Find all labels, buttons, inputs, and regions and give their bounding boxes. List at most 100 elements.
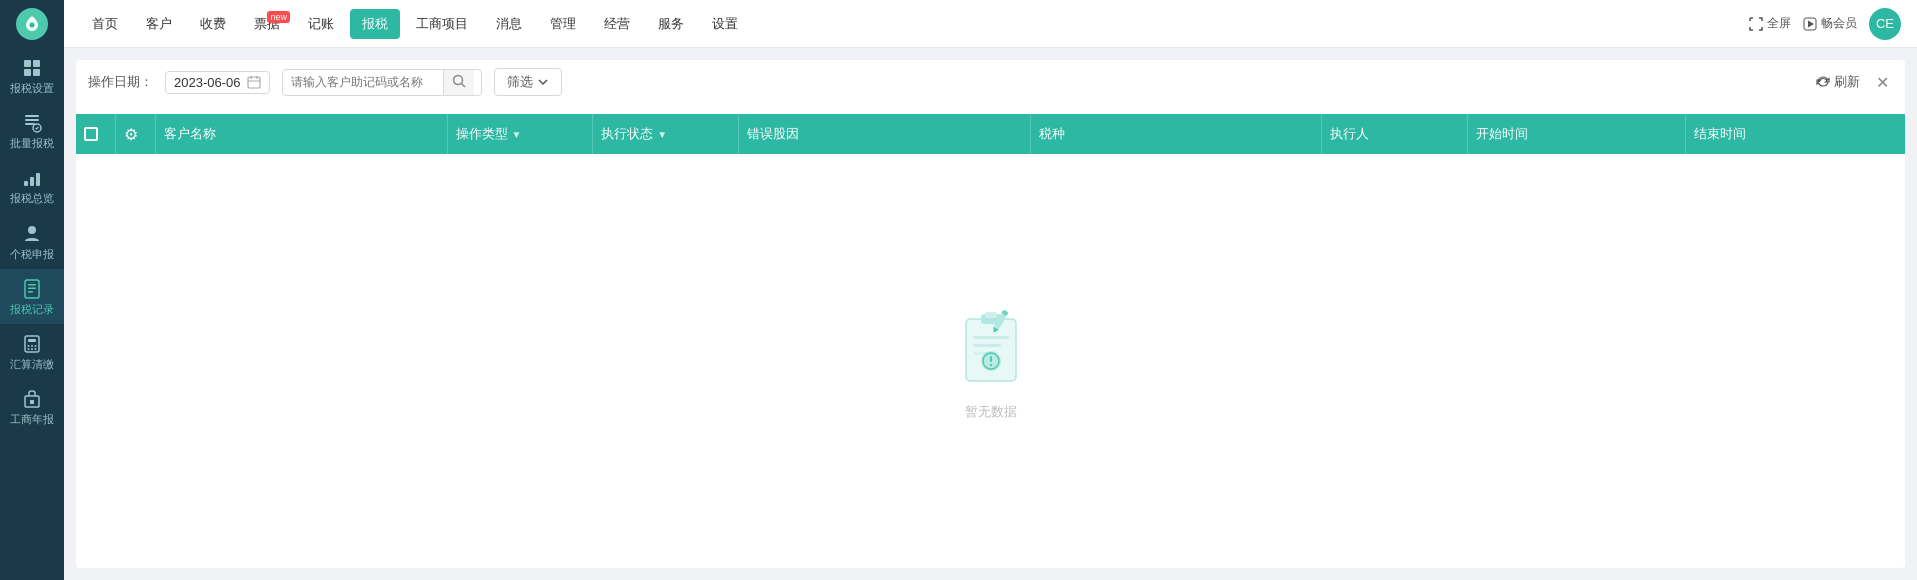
svg-point-20 xyxy=(31,345,33,347)
top-navigation: 首页 客户 收费 票据 new 记账 报税 工商项目 消息 管理 经营 服务 设… xyxy=(64,0,1917,48)
svg-point-12 xyxy=(28,226,36,234)
close-button[interactable]: ✕ xyxy=(1872,71,1893,94)
tax-overview-icon xyxy=(20,166,44,190)
nav-operations[interactable]: 经营 xyxy=(592,9,642,39)
content-area: 操作日期： 2023-06-06 xyxy=(64,48,1917,580)
nav-business[interactable]: 工商项目 xyxy=(404,9,480,39)
sidebar: 报税设置 批量报税 报税总览 xyxy=(0,0,64,580)
nav-customer[interactable]: 客户 xyxy=(134,9,184,39)
svg-rect-35 xyxy=(973,336,1009,339)
play-icon xyxy=(1803,17,1817,31)
sidebar-item-batch-tax[interactable]: 批量报税 xyxy=(0,103,64,158)
tax-records-icon xyxy=(20,277,44,301)
new-badge: new xyxy=(267,11,290,24)
nav-tax[interactable]: 报税 xyxy=(350,9,400,39)
svg-rect-10 xyxy=(30,177,34,186)
chevron-down-icon xyxy=(537,76,549,88)
svg-rect-1 xyxy=(24,60,31,67)
svg-marker-28 xyxy=(1808,20,1814,27)
svg-rect-6 xyxy=(25,119,39,121)
sidebar-item-label: 汇算清缴 xyxy=(10,358,54,371)
start-time-col-header: 开始时间 xyxy=(1468,114,1687,154)
tax-settings-icon xyxy=(20,56,44,80)
nav-bookkeeping[interactable]: 记账 xyxy=(296,9,346,39)
settings-icon: ⚙ xyxy=(124,125,138,144)
sidebar-item-tax-settings[interactable]: 报税设置 xyxy=(0,48,64,103)
svg-rect-32 xyxy=(966,319,1016,381)
svg-rect-26 xyxy=(30,400,34,404)
checkbox-header[interactable] xyxy=(76,114,116,154)
svg-point-22 xyxy=(28,348,30,350)
svg-point-21 xyxy=(35,345,37,347)
nav-settings[interactable]: 设置 xyxy=(700,9,750,39)
gear-header[interactable]: ⚙ xyxy=(116,114,156,154)
nav-items: 首页 客户 收费 票据 new 记账 报税 工商项目 消息 管理 经营 服务 设… xyxy=(80,9,1749,39)
svg-point-30 xyxy=(453,75,462,84)
refresh-button[interactable]: 刷新 xyxy=(1816,73,1860,91)
end-time-col-header: 结束时间 xyxy=(1686,114,1905,154)
svg-point-41 xyxy=(989,364,991,366)
svg-rect-34 xyxy=(985,312,997,318)
calc-icon xyxy=(20,332,44,356)
logo-icon xyxy=(16,8,48,40)
personal-tax-icon xyxy=(20,222,44,246)
sidebar-item-label: 个税申报 xyxy=(10,248,54,261)
sidebar-item-label: 报税记录 xyxy=(10,303,54,316)
fullscreen-btn[interactable]: 全屏 xyxy=(1749,15,1791,32)
sidebar-item-tax-overview[interactable]: 报税总览 xyxy=(0,158,64,213)
nav-home[interactable]: 首页 xyxy=(80,9,130,39)
sidebar-item-annual-report[interactable]: 工商年报 xyxy=(0,379,64,434)
table-body: 暂无数据 xyxy=(76,154,1905,568)
svg-rect-40 xyxy=(990,356,992,362)
refresh-icon xyxy=(1816,75,1830,89)
svg-rect-5 xyxy=(25,115,39,117)
empty-illustration xyxy=(951,301,1031,391)
filter-bar: 操作日期： 2023-06-06 xyxy=(76,60,1905,104)
sidebar-item-tax-records[interactable]: 报税记录 xyxy=(0,269,64,324)
date-picker[interactable]: 2023-06-06 xyxy=(165,71,270,94)
sidebar-item-personal-tax[interactable]: 个税申报 xyxy=(0,214,64,269)
page: 操作日期： 2023-06-06 xyxy=(64,48,1917,580)
search-input[interactable] xyxy=(283,71,443,93)
nav-billing[interactable]: 收费 xyxy=(188,9,238,39)
user-avatar[interactable]: CE xyxy=(1869,8,1901,40)
table-header: ⚙ 客户名称 操作类型 ▼ 执行状态 ▼ xyxy=(76,114,1905,154)
svg-point-0 xyxy=(30,23,35,28)
nav-service[interactable]: 服务 xyxy=(646,9,696,39)
exec-status-sort-icon[interactable]: ▼ xyxy=(657,129,667,140)
svg-point-24 xyxy=(35,348,37,350)
topnav-right: 全屏 畅会员 CE xyxy=(1749,8,1901,40)
svg-rect-2 xyxy=(33,60,40,67)
fullscreen-icon xyxy=(1749,17,1763,31)
op-type-sort-icon[interactable]: ▼ xyxy=(512,129,522,140)
svg-rect-29 xyxy=(248,77,260,88)
search-wrap xyxy=(282,69,482,96)
date-label: 操作日期： xyxy=(88,73,153,91)
batch-tax-icon xyxy=(20,111,44,135)
filter-button[interactable]: 筛选 xyxy=(494,68,562,96)
svg-rect-11 xyxy=(36,173,40,186)
search-icon xyxy=(452,74,466,88)
sidebar-item-calc-payment[interactable]: 汇算清缴 xyxy=(0,324,64,379)
svg-rect-7 xyxy=(25,123,35,125)
svg-rect-18 xyxy=(28,339,36,342)
calendar-icon xyxy=(247,75,261,89)
member-btn[interactable]: 畅会员 xyxy=(1803,15,1857,32)
op-type-col-header: 操作类型 ▼ xyxy=(448,114,594,154)
nav-invoice[interactable]: 票据 new xyxy=(242,9,292,39)
svg-point-19 xyxy=(28,345,30,347)
svg-rect-14 xyxy=(28,284,36,286)
sidebar-item-label: 工商年报 xyxy=(10,413,54,426)
svg-rect-3 xyxy=(24,69,31,76)
executor-col-header: 执行人 xyxy=(1322,114,1468,154)
nav-message[interactable]: 消息 xyxy=(484,9,534,39)
sidebar-item-label: 报税总览 xyxy=(10,192,54,205)
select-all-checkbox[interactable] xyxy=(84,127,98,141)
nav-admin[interactable]: 管理 xyxy=(538,9,588,39)
svg-rect-9 xyxy=(24,181,28,186)
sidebar-item-label: 报税设置 xyxy=(10,82,54,95)
search-button[interactable] xyxy=(443,70,474,95)
svg-rect-36 xyxy=(973,344,1001,347)
main-area: 首页 客户 收费 票据 new 记账 报税 工商项目 消息 管理 经营 服务 设… xyxy=(64,0,1917,580)
sidebar-item-label: 批量报税 xyxy=(10,137,54,150)
